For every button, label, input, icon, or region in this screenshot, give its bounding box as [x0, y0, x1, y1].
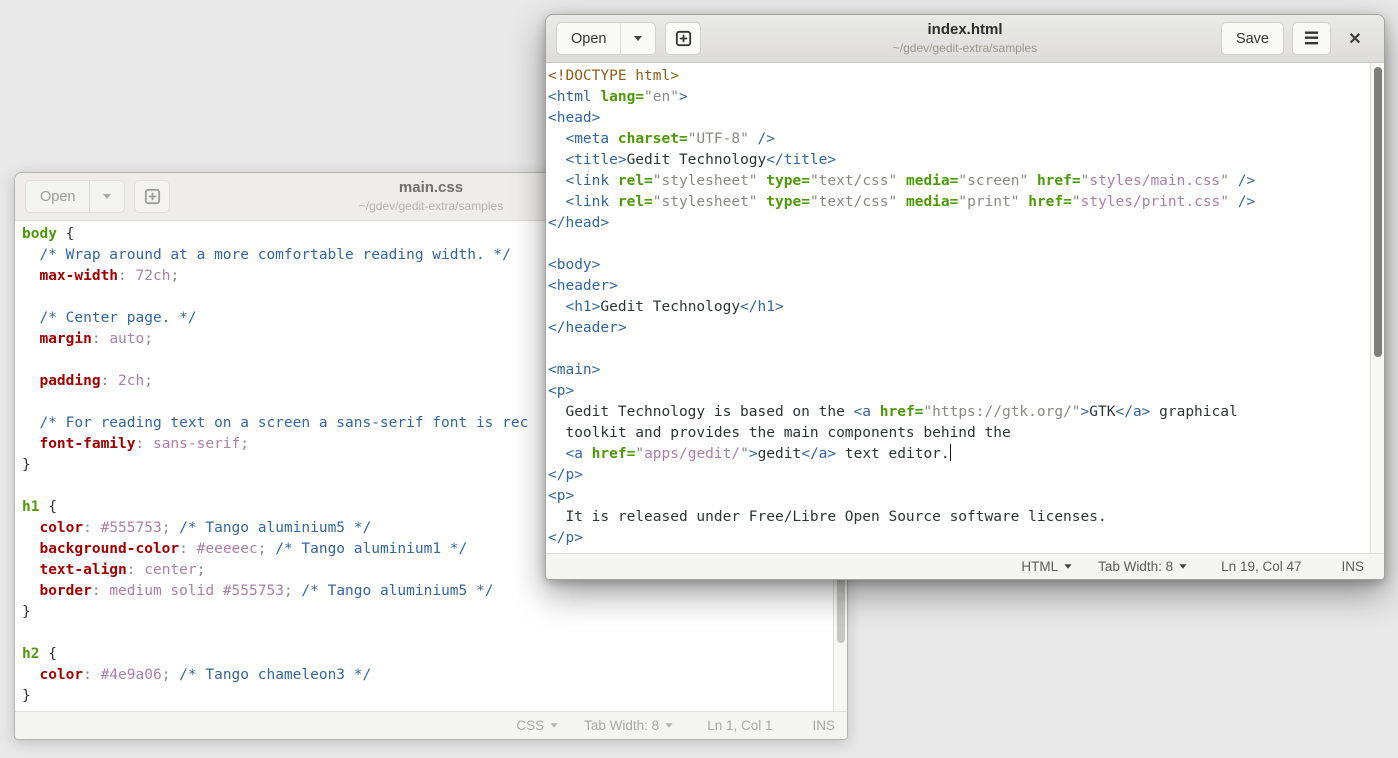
insert-mode-indicator[interactable]: INS — [1341, 559, 1364, 574]
code-line: <a href="apps/gedit/">gedit</a> text edi… — [565, 444, 951, 462]
cursor-position[interactable]: Ln 19, Col 47 — [1221, 559, 1301, 574]
chevron-down-icon — [550, 723, 558, 728]
desktop: { "colors": { "tag": "#3465a4", "attr": … — [0, 0, 1398, 758]
language-selector[interactable]: HTML — [1021, 559, 1072, 574]
vertical-scrollbar[interactable] — [1370, 63, 1384, 553]
close-icon: ✕ — [1348, 30, 1362, 48]
tab-width-selector[interactable]: Tab Width: 8 — [1098, 559, 1187, 574]
code-line: <header> — [548, 278, 618, 294]
save-button[interactable]: Save — [1220, 22, 1284, 55]
open-button[interactable]: Open — [556, 22, 621, 55]
gedit-window-index-html: Open index.html ~/gdev/gedit-extra/sampl… — [545, 14, 1385, 580]
code-line: Gedit Technology is based on the <a href… — [548, 404, 1238, 420]
document-title: index.html — [927, 21, 1003, 38]
code-line: </header> — [548, 320, 627, 336]
code-line: } — [22, 604, 31, 620]
cursor-position[interactable]: Ln 1, Col 1 — [707, 718, 772, 733]
open-split-button: Open — [25, 180, 126, 213]
statusbar-css: CSS Tab Width: 8 Ln 1, Col 1 INS — [15, 711, 847, 739]
code-line: <meta charset="UTF-8" /> — [565, 131, 776, 147]
language-selector[interactable]: CSS — [516, 718, 558, 733]
chevron-down-icon — [1064, 564, 1072, 569]
text-editor-html[interactable]: <!DOCTYPE html> <html lang="en"> <head> <m… — [546, 63, 1384, 553]
code-line: <link rel="stylesheet" type="text/css" m… — [565, 194, 1256, 210]
code-line: <html lang="en"> — [548, 89, 688, 105]
language-label: HTML — [1021, 559, 1059, 574]
chevron-down-icon — [665, 723, 673, 728]
headerbar-right-controls: Save ☰ ✕ — [1220, 22, 1372, 55]
code-line: It is released under Free/Libre Open Sou… — [548, 509, 1107, 525]
chevron-down-icon — [634, 36, 643, 41]
code-line: </p> — [548, 467, 583, 483]
scrollbar-thumb[interactable] — [1374, 67, 1382, 357]
new-tab-icon — [675, 30, 692, 47]
code-line: toolkit and provides the main components… — [548, 425, 1011, 441]
new-tab-icon — [144, 188, 161, 205]
code-line: <h1>Gedit Technology</h1> — [565, 299, 784, 315]
code-line: <p> — [548, 383, 575, 399]
code-line: <!DOCTYPE html> — [548, 68, 679, 84]
document-title: main.css — [398, 179, 464, 196]
code-line: <title>Gedit Technology</title> — [565, 152, 837, 168]
code-line: h2 { — [22, 646, 57, 662]
menu-button[interactable]: ☰ — [1292, 22, 1331, 55]
insert-mode-indicator[interactable]: INS — [812, 718, 835, 733]
text-caret — [949, 444, 951, 461]
code-line: <link rel="stylesheet" type="text/css" m… — [565, 173, 1256, 189]
code-line: color: #4e9a06; /* Tango chameleon3 */ — [39, 667, 372, 683]
close-button[interactable]: ✕ — [1338, 22, 1372, 55]
open-dropdown-button[interactable] — [620, 22, 657, 55]
code-line: </head> — [548, 215, 610, 231]
open-button[interactable]: Open — [25, 180, 90, 213]
document-path: ~/gdev/gedit-extra/samples — [358, 199, 504, 213]
code-line: <body> — [548, 257, 601, 273]
code-area-html: <!DOCTYPE html> <html lang="en"> <head> <m… — [546, 63, 1384, 553]
statusbar-html: HTML Tab Width: 8 Ln 19, Col 47 INS — [546, 553, 1384, 579]
document-path: ~/gdev/gedit-extra/samples — [892, 41, 1038, 55]
tab-width-label: Tab Width: 8 — [584, 718, 660, 733]
open-split-button: Open — [556, 22, 657, 55]
code-line: } — [22, 688, 31, 704]
chevron-down-icon — [103, 194, 112, 199]
window-title-block: main.css ~/gdev/gedit-extra/samples — [359, 178, 503, 214]
tab-width-label: Tab Width: 8 — [1098, 559, 1174, 574]
headerbar-index-html: Open index.html ~/gdev/gedit-extra/sampl… — [546, 15, 1384, 63]
language-label: CSS — [516, 718, 545, 733]
window-title-block: index.html ~/gdev/gedit-extra/samples — [893, 20, 1037, 56]
chevron-down-icon — [1179, 564, 1187, 569]
hamburger-menu-icon: ☰ — [1303, 28, 1320, 48]
code-line: border: medium solid #555753; /* Tango a… — [39, 583, 494, 599]
open-dropdown-button[interactable] — [89, 180, 126, 213]
code-line: </p> — [548, 530, 583, 546]
code-line: <p> — [548, 488, 575, 504]
code-line: <head> — [548, 110, 601, 126]
new-tab-button[interactable] — [665, 22, 702, 55]
new-tab-button[interactable] — [134, 180, 171, 213]
code-line: <main> — [548, 362, 601, 378]
tab-width-selector[interactable]: Tab Width: 8 — [584, 718, 673, 733]
